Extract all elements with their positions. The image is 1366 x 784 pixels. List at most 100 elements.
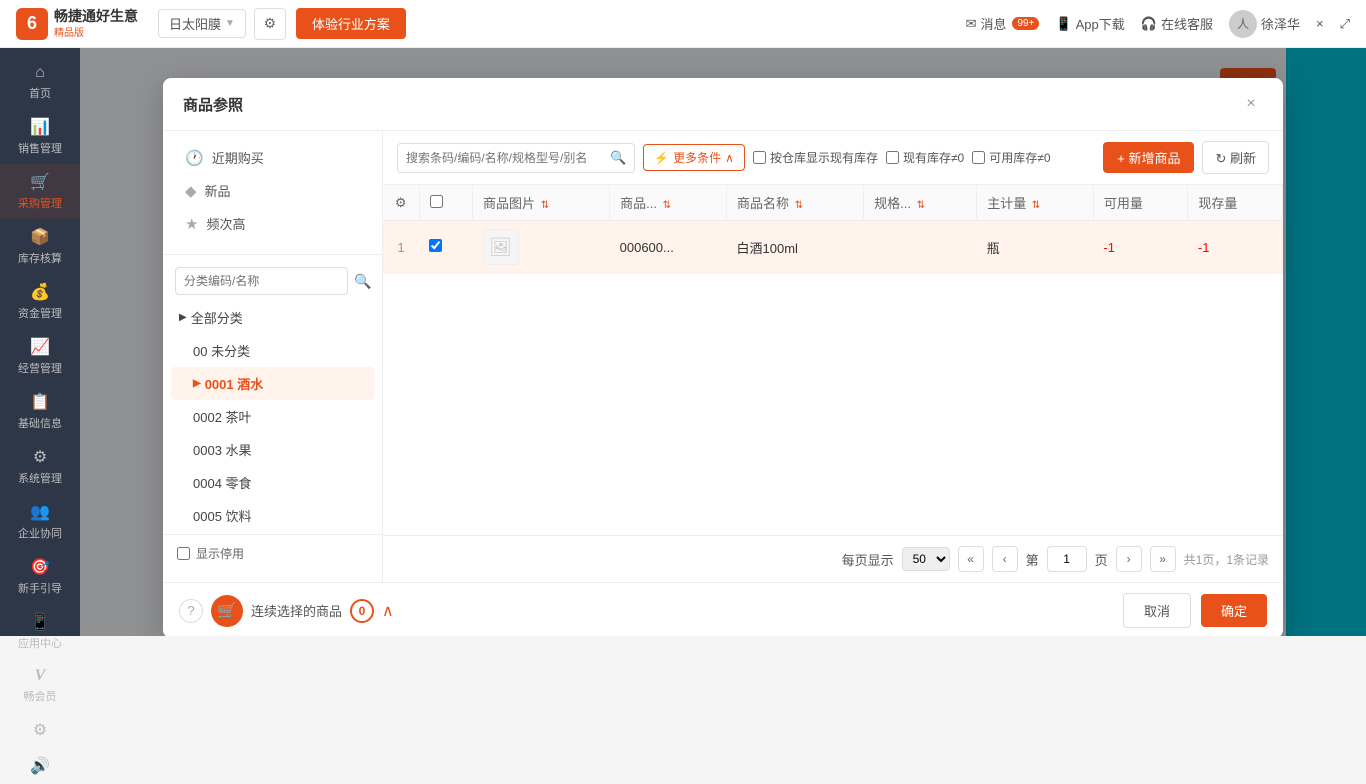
sidebar-item-home-label: 首页 — [29, 85, 51, 101]
cat-item-drinks[interactable]: 0005 饮料 — [171, 499, 374, 532]
sidebar-item-guide-label: 新手引导 — [18, 580, 62, 596]
modal-close-button[interactable]: × — [1239, 92, 1263, 116]
page-label: 第 — [1026, 550, 1039, 569]
category-search-input[interactable] — [175, 267, 348, 295]
table-header: ⚙ 商品图片 ⇅ 商品... ⇅ — [383, 185, 1283, 221]
warehouse-checkbox[interactable] — [753, 151, 766, 164]
ok-button[interactable]: 确定 — [1201, 594, 1267, 627]
product-search-input[interactable] — [406, 151, 606, 165]
filter-arrow: ∧ — [725, 151, 734, 165]
app-download-item[interactable]: 📱 App下载 — [1055, 14, 1124, 33]
th-image[interactable]: 商品图片 ⇅ — [473, 185, 610, 221]
usable-checkbox[interactable] — [972, 151, 985, 164]
user-name: 徐泽华 — [1261, 14, 1300, 33]
user-item[interactable]: 人 徐泽华 — [1229, 10, 1300, 38]
sidebar-item-guide[interactable]: 🎯 新手引导 — [0, 549, 80, 604]
table-row[interactable]: 1 🖼 000600... 白酒100ml — [383, 221, 1283, 274]
sidebar-item-purchase-label: 采购管理 — [18, 195, 62, 211]
sidebar-item-inventory[interactable]: 📦 库存核算 — [0, 219, 80, 274]
collapse-cart-btn[interactable]: ∧ — [382, 601, 394, 621]
th-unit[interactable]: 主计量 ⇅ — [977, 185, 1094, 221]
close-btn[interactable]: × — [1316, 16, 1324, 31]
toolbar: 🔍 ⚡ 更多条件 ∧ 按仓库显示现有库存 — [383, 131, 1283, 185]
sidebar-item-apps[interactable]: 📱 应用中心 — [0, 604, 80, 659]
row-checkbox[interactable] — [429, 239, 442, 252]
warehouse-filter[interactable]: 按仓库显示现有库存 — [753, 149, 878, 166]
question-icon: ? — [187, 603, 194, 618]
usable-filter[interactable]: 可用库存≠0 — [972, 149, 1050, 166]
sidebar-item-home[interactable]: ⌂ 首页 — [0, 56, 80, 109]
show-disabled-row[interactable]: 显示停用 — [163, 534, 382, 572]
frequent-icon: ★ — [185, 215, 198, 233]
cart-icon[interactable]: 🛒 — [211, 595, 243, 627]
quick-filter-new[interactable]: ◆ 新品 — [175, 174, 370, 207]
cat-item-fruit[interactable]: 0003 水果 — [171, 433, 374, 466]
filter-more-btn[interactable]: ⚡ 更多条件 ∧ — [643, 144, 745, 171]
sidebar-item-sales[interactable]: 📊 销售管理 — [0, 109, 80, 164]
cat-item-tea[interactable]: 0002 茶叶 — [171, 400, 374, 433]
expand-btn[interactable]: ⤢ — [1340, 16, 1350, 32]
modal-footer: ? 🛒 连续选择的商品 0 ∧ 取消 确定 — [163, 582, 1283, 636]
category-search-icon[interactable]: 🔍 — [354, 273, 371, 290]
product-search-icon[interactable]: 🔍 — [610, 150, 626, 166]
nav-selector[interactable]: 日太阳膜 ▼ — [158, 9, 246, 38]
sidebar: ⌂ 首页 📊 销售管理 🛒 采购管理 📦 库存核算 💰 资金管理 📈 经营管理 … — [0, 48, 80, 636]
online-service-item[interactable]: 🎧 在线客服 — [1141, 14, 1213, 33]
sidebar-item-basic-info[interactable]: 📋 基础信息 — [0, 384, 80, 439]
new-product-btn[interactable]: + 新增商品 — [1103, 142, 1194, 173]
th-available-label: 可用量 — [1104, 196, 1143, 211]
th-code[interactable]: 商品... ⇅ — [610, 185, 727, 221]
select-all-checkbox[interactable] — [430, 195, 443, 208]
sidebar-item-finance-label: 资金管理 — [18, 305, 62, 321]
home-icon: ⌂ — [35, 64, 45, 82]
page-input[interactable]: 1 — [1047, 546, 1087, 572]
th-settings[interactable]: ⚙ — [383, 185, 419, 221]
sidebar-item-settings-bottom[interactable]: ⚙ — [0, 712, 80, 748]
refresh-btn[interactable]: ↻ 刷新 — [1202, 141, 1269, 174]
help-icon[interactable]: ? — [179, 599, 203, 623]
usable-label: 可用库存≠0 — [989, 149, 1050, 166]
sidebar-item-operations[interactable]: 📈 经营管理 — [0, 329, 80, 384]
quick-filter-frequent[interactable]: ★ 频次高 — [175, 207, 370, 240]
sidebar-item-enterprise-label: 企业协同 — [18, 525, 62, 541]
cat-item-all[interactable]: ▶ 全部分类 — [171, 301, 374, 334]
app-download-label: App下载 — [1076, 14, 1125, 33]
th-spec-label: 规格... — [874, 196, 911, 211]
last-page-btn[interactable]: » — [1150, 546, 1176, 572]
sidebar-item-finance[interactable]: 💰 资金管理 — [0, 274, 80, 329]
sidebar-item-volume[interactable]: 🔊 — [0, 748, 80, 784]
per-page-select[interactable]: 50 — [902, 547, 950, 571]
row-name: 白酒100ml — [727, 221, 864, 274]
cat-search-row: 🔍 — [163, 261, 382, 301]
th-image-sort-icon: ⇅ — [541, 200, 549, 211]
prev-page-btn[interactable]: ‹ — [992, 546, 1018, 572]
th-name[interactable]: 商品名称 ⇅ — [727, 185, 864, 221]
sidebar-item-enterprise[interactable]: 👥 企业协同 — [0, 494, 80, 549]
quick-filter-new-label: 新品 — [205, 181, 231, 200]
next-page-btn[interactable]: › — [1116, 546, 1142, 572]
first-page-btn[interactable]: « — [958, 546, 984, 572]
available-checkbox[interactable] — [886, 151, 899, 164]
cancel-button[interactable]: 取消 — [1123, 593, 1191, 628]
messages-label: 消息 — [980, 14, 1006, 33]
available-filter[interactable]: 现有库存≠0 — [886, 149, 964, 166]
total-info: 共1页，1条记录 — [1184, 551, 1269, 568]
sidebar-item-member[interactable]: V 畅会员 — [0, 659, 80, 712]
th-code-sort-icon: ⇅ — [663, 200, 671, 211]
cat-item-unclassified[interactable]: 00 未分类 — [171, 334, 374, 367]
messages-nav-item[interactable]: ✉ 消息 99+ — [966, 14, 1040, 33]
th-spec-sort-icon: ⇅ — [917, 200, 925, 211]
sidebar-item-system[interactable]: ⚙ 系统管理 — [0, 439, 80, 494]
settings-icon[interactable]: ⚙ — [254, 8, 286, 40]
modal-body: 🕐 近期购买 ◆ 新品 ★ 频次高 — [163, 131, 1283, 582]
cat-item-liquor[interactable]: ▶ 0001 酒水 — [171, 367, 374, 400]
quick-filter-recent[interactable]: 🕐 近期购买 — [175, 141, 370, 174]
trial-button[interactable]: 体验行业方案 — [296, 8, 406, 39]
cat-item-snacks[interactable]: 0004 零食 — [171, 466, 374, 499]
show-disabled-checkbox[interactable] — [177, 547, 190, 560]
basic-info-icon: 📋 — [30, 392, 50, 412]
th-spec[interactable]: 规格... ⇅ — [864, 185, 977, 221]
sidebar-item-purchase[interactable]: 🛒 采购管理 — [0, 164, 80, 219]
apps-icon: 📱 — [30, 612, 50, 632]
guide-icon: 🎯 — [30, 557, 50, 577]
